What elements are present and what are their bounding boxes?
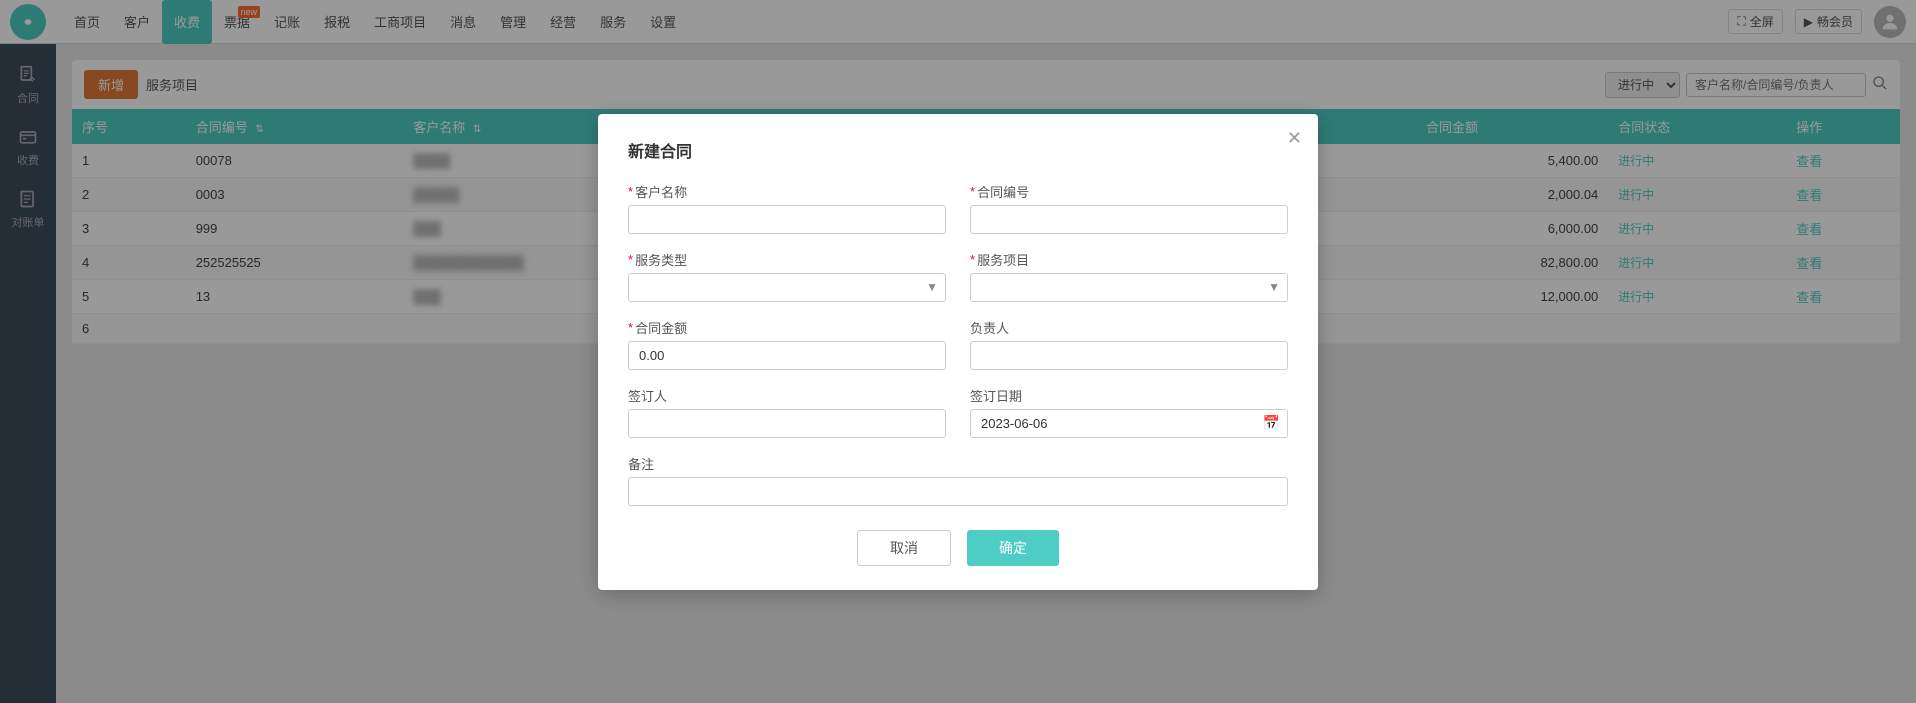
input-contract-no[interactable] [970,205,1288,234]
label-sign-date: 签订日期 [970,386,1288,405]
form-row-contract-no: * 合同编号 [970,182,1288,234]
date-input-wrapper: 📅 [970,409,1288,438]
form-row-signer: 签订人 [628,386,946,438]
form-row-amount: * 合同金额 [628,318,946,370]
form-row-service-type: * 服务类型 ▼ [628,250,946,302]
modal-form: * 客户名称 * 合同编号 * 服务类型 [628,182,1288,506]
label-contract-no: * 合同编号 [970,182,1288,201]
label-signer: 签订人 [628,386,946,405]
form-row-service-item: * 服务项目 ▼ [970,250,1288,302]
form-row-remark: 备注 [628,454,1288,506]
label-service-type: * 服务类型 [628,250,946,269]
form-row-responsible: 负责人 [970,318,1288,370]
input-sign-date[interactable] [970,409,1288,438]
select-service-type[interactable] [628,273,946,302]
service-type-wrapper: ▼ [628,273,946,302]
input-amount[interactable] [628,341,946,370]
label-amount: * 合同金额 [628,318,946,337]
label-responsible: 负责人 [970,318,1288,337]
form-row-sign-date: 签订日期 📅 [970,386,1288,438]
input-remark[interactable] [628,477,1288,506]
modal-overlay[interactable]: ✕ 新建合同 * 客户名称 * 合同编号 * [0,0,1916,703]
label-service-item: * 服务项目 [970,250,1288,269]
input-customer-name[interactable] [628,205,946,234]
input-signer[interactable] [628,409,946,438]
new-contract-modal: ✕ 新建合同 * 客户名称 * 合同编号 * [598,114,1318,590]
label-remark: 备注 [628,454,1288,473]
modal-footer: 取消 确定 [628,530,1288,566]
confirm-button[interactable]: 确定 [967,530,1059,566]
input-responsible[interactable] [970,341,1288,370]
modal-close-button[interactable]: ✕ [1287,128,1302,149]
label-customer: * 客户名称 [628,182,946,201]
form-row-customer: * 客户名称 [628,182,946,234]
service-item-wrapper: ▼ [970,273,1288,302]
select-service-item[interactable] [970,273,1288,302]
cancel-button[interactable]: 取消 [857,530,951,566]
modal-title: 新建合同 [628,138,1288,162]
